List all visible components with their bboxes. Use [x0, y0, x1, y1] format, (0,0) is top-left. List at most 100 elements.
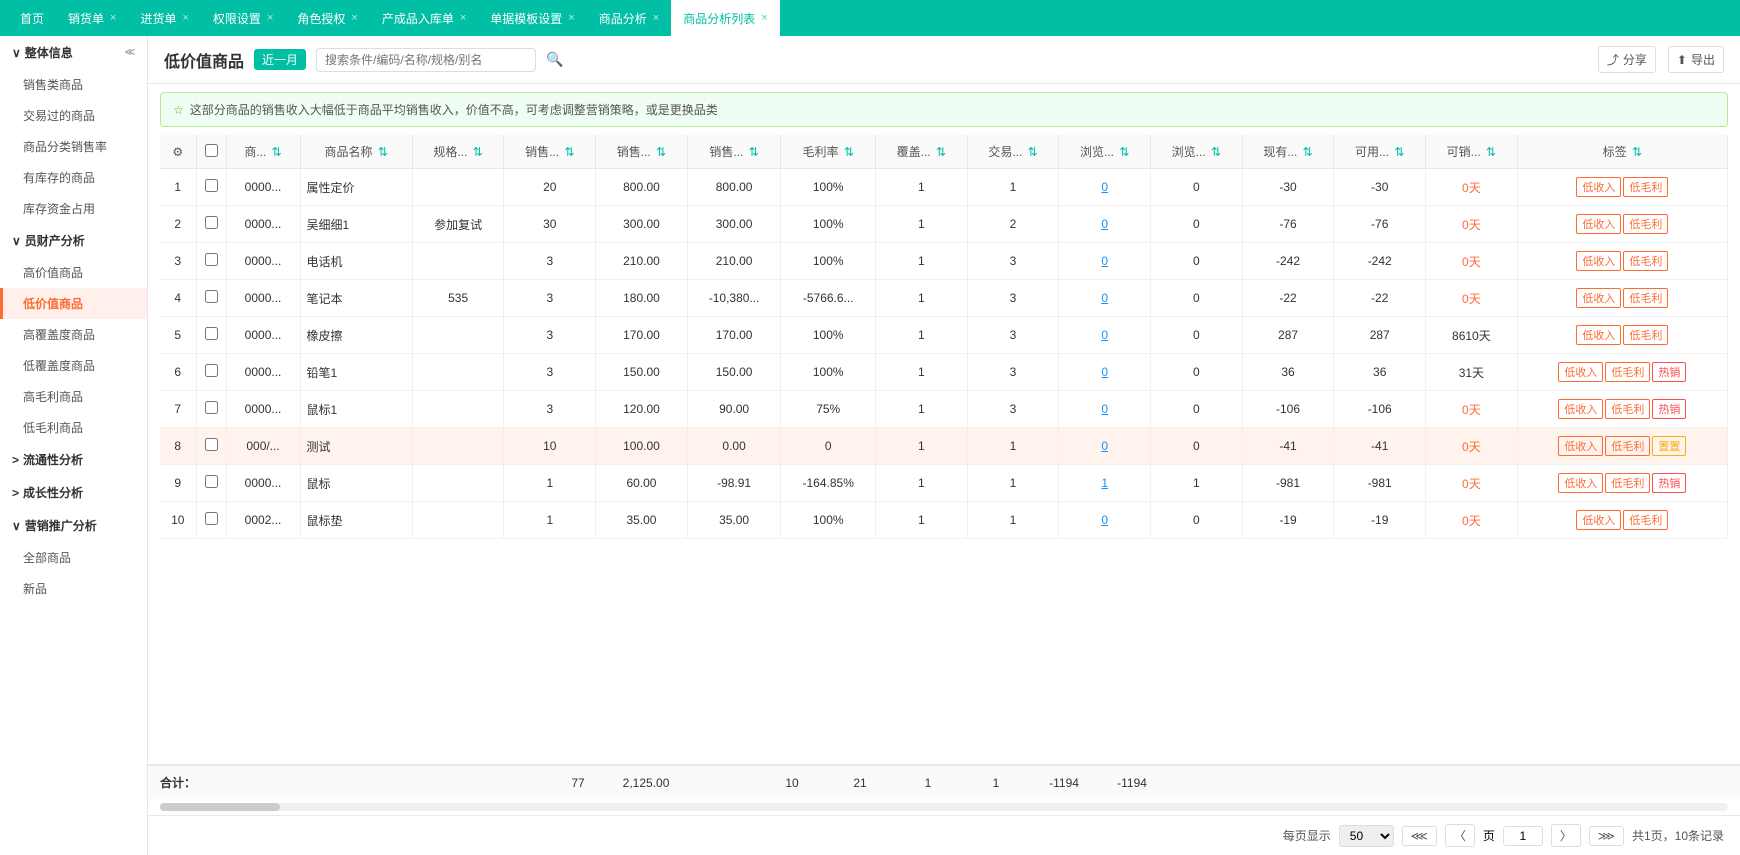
sidebar-item-traded-goods[interactable]: 交易过的商品	[0, 100, 147, 131]
sidebar-item-low-margin[interactable]: 低毛利商品	[0, 412, 147, 443]
cell-checkbox[interactable]	[196, 169, 226, 206]
close-analysis-icon[interactable]: ×	[653, 12, 659, 24]
cell-checkbox[interactable]	[196, 243, 226, 280]
row-checkbox[interactable]	[205, 475, 218, 488]
row-checkbox[interactable]	[205, 216, 218, 229]
col-margin[interactable]: 毛利率 ⇅	[781, 135, 876, 169]
nav-purchase[interactable]: 进货单 ×	[128, 0, 200, 36]
browse-link[interactable]: 0	[1101, 217, 1108, 231]
col-checkbox[interactable]	[196, 135, 226, 169]
col-tags[interactable]: 标签 ⇅	[1517, 135, 1727, 169]
cell-browse1[interactable]: 0	[1059, 280, 1151, 317]
sidebar-item-high-value[interactable]: 高价值商品	[0, 257, 147, 288]
browse-link[interactable]: 1	[1101, 476, 1108, 490]
cell-checkbox[interactable]	[196, 428, 226, 465]
cell-checkbox[interactable]	[196, 391, 226, 428]
sidebar-item-inventory-capital[interactable]: 库存资金占用	[0, 193, 147, 224]
cell-checkbox[interactable]	[196, 354, 226, 391]
nav-analysis[interactable]: 商品分析 ×	[587, 0, 671, 36]
horizontal-scrollbar[interactable]	[160, 803, 1728, 811]
export-button[interactable]: ⬆ 导出	[1668, 46, 1724, 73]
collapse-overall-icon[interactable]: ≪	[125, 47, 135, 58]
close-product-in-icon[interactable]: ×	[460, 12, 466, 24]
row-checkbox[interactable]	[205, 512, 218, 525]
cell-browse1[interactable]: 1	[1059, 465, 1151, 502]
col-coverage[interactable]: 覆盖... ⇅	[876, 135, 968, 169]
row-checkbox[interactable]	[205, 179, 218, 192]
select-all-checkbox[interactable]	[205, 144, 218, 157]
sidebar-item-low-coverage[interactable]: 低覆盖度商品	[0, 350, 147, 381]
sidebar-group-liquidity[interactable]: > 流通性分析	[0, 443, 147, 476]
browse-link[interactable]: 0	[1101, 513, 1108, 527]
share-button[interactable]: ⤴ 分享	[1598, 46, 1656, 73]
browse-link[interactable]: 0	[1101, 402, 1108, 416]
sidebar-item-category-rate[interactable]: 商品分类销售率	[0, 131, 147, 162]
nav-role[interactable]: 角色授权 ×	[285, 0, 369, 36]
close-analysis-list-icon[interactable]: ×	[761, 12, 767, 24]
nav-permission[interactable]: 权限设置 ×	[201, 0, 285, 36]
next-page-button[interactable]: 〉	[1551, 824, 1581, 847]
col-saleable[interactable]: 可销... ⇅	[1426, 135, 1518, 169]
cell-browse1[interactable]: 0	[1059, 169, 1151, 206]
cell-checkbox[interactable]	[196, 502, 226, 539]
browse-link[interactable]: 0	[1101, 180, 1108, 194]
nav-product-in[interactable]: 产成品入库单 ×	[370, 0, 478, 36]
col-spec[interactable]: 规格... ⇅	[412, 135, 504, 169]
sidebar-group-financial[interactable]: ∨ 员财产分析	[0, 224, 147, 257]
sidebar-item-high-margin[interactable]: 高毛利商品	[0, 381, 147, 412]
sidebar-item-low-value[interactable]: 低价值商品	[0, 288, 147, 319]
col-code[interactable]: 商... ⇅	[226, 135, 300, 169]
cell-browse1[interactable]: 0	[1059, 243, 1151, 280]
scrollbar-thumb[interactable]	[160, 803, 280, 811]
sidebar-item-sales-goods[interactable]: 销售类商品	[0, 69, 147, 100]
browse-link[interactable]: 0	[1101, 328, 1108, 342]
close-sales-icon[interactable]: ×	[110, 12, 116, 24]
col-sale2[interactable]: 销售... ⇅	[596, 135, 688, 169]
sidebar-group-marketing[interactable]: ∨ 营销推广分析	[0, 509, 147, 542]
nav-template[interactable]: 单据模板设置 ×	[478, 0, 586, 36]
nav-home[interactable]: 首页	[8, 0, 56, 36]
search-input[interactable]	[316, 48, 536, 72]
col-browse2[interactable]: 浏览... ⇅	[1151, 135, 1243, 169]
nav-sales[interactable]: 销货单 ×	[56, 0, 128, 36]
col-name[interactable]: 商品名称 ⇅	[300, 135, 412, 169]
cell-browse1[interactable]: 0	[1059, 206, 1151, 243]
nav-analysis-list[interactable]: 商品分析列表 ×	[671, 0, 779, 36]
cell-checkbox[interactable]	[196, 317, 226, 354]
cell-browse1[interactable]: 0	[1059, 354, 1151, 391]
sidebar-item-new-goods[interactable]: 新品	[0, 573, 147, 604]
cell-browse1[interactable]: 0	[1059, 502, 1151, 539]
col-current[interactable]: 现有... ⇅	[1242, 135, 1334, 169]
col-browse1[interactable]: 浏览... ⇅	[1059, 135, 1151, 169]
browse-link[interactable]: 0	[1101, 254, 1108, 268]
page-size-select[interactable]: 50 100 200	[1339, 825, 1394, 847]
browse-link[interactable]: 0	[1101, 365, 1108, 379]
sidebar-group-overall[interactable]: ∨ 整体信息 ≪	[0, 36, 147, 69]
browse-link[interactable]: 0	[1101, 439, 1108, 453]
prev-page-button[interactable]: 〈	[1445, 824, 1475, 847]
col-sale1[interactable]: 销售... ⇅	[504, 135, 596, 169]
row-checkbox[interactable]	[205, 438, 218, 451]
cell-checkbox[interactable]	[196, 206, 226, 243]
sidebar-item-all-goods[interactable]: 全部商品	[0, 542, 147, 573]
search-icon[interactable]: 🔍	[546, 51, 563, 68]
row-checkbox[interactable]	[205, 364, 218, 377]
sidebar-group-growth[interactable]: > 成长性分析	[0, 476, 147, 509]
sidebar-item-high-coverage[interactable]: 高覆盖度商品	[0, 319, 147, 350]
cell-checkbox[interactable]	[196, 465, 226, 502]
close-permission-icon[interactable]: ×	[267, 12, 273, 24]
first-page-button[interactable]: ⋘	[1402, 826, 1437, 846]
sidebar-item-stocked-goods[interactable]: 有库存的商品	[0, 162, 147, 193]
col-trade[interactable]: 交易... ⇅	[967, 135, 1059, 169]
badge-recent[interactable]: 近一月	[254, 49, 306, 70]
row-checkbox[interactable]	[205, 253, 218, 266]
cell-browse1[interactable]: 0	[1059, 428, 1151, 465]
col-settings[interactable]: ⚙	[160, 135, 196, 169]
close-template-icon[interactable]: ×	[568, 12, 574, 24]
col-sale3[interactable]: 销售... ⇅	[687, 135, 781, 169]
col-available[interactable]: 可用... ⇅	[1334, 135, 1426, 169]
close-purchase-icon[interactable]: ×	[182, 12, 188, 24]
last-page-button[interactable]: ⋙	[1589, 826, 1624, 846]
cell-browse1[interactable]: 0	[1059, 391, 1151, 428]
row-checkbox[interactable]	[205, 401, 218, 414]
